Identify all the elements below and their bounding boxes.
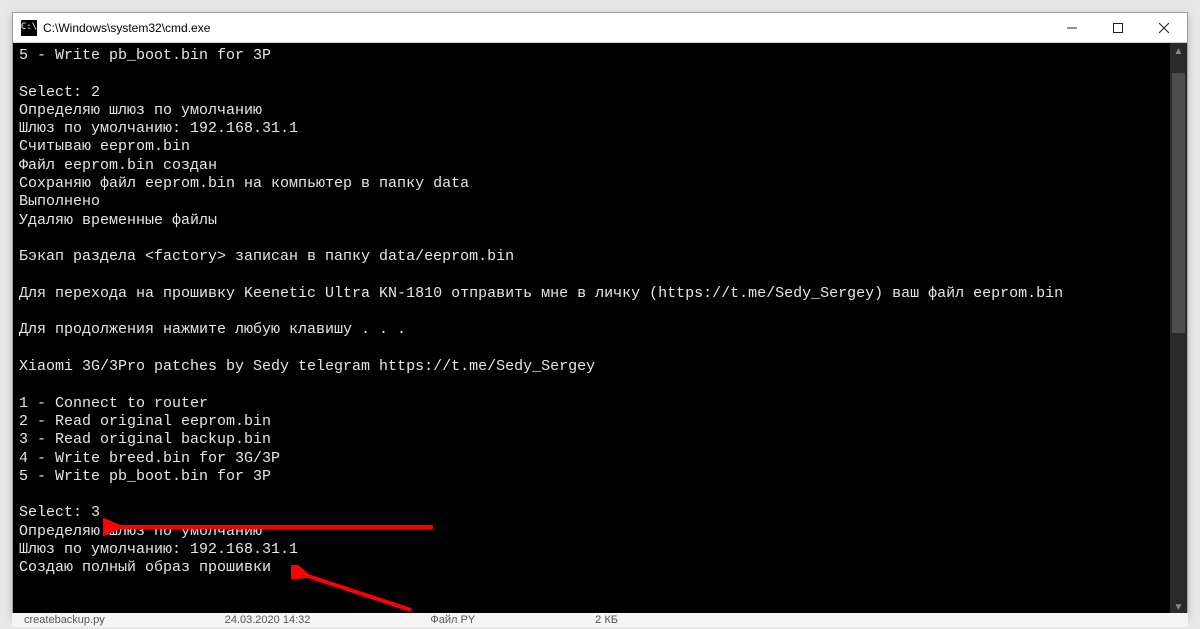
window-controls <box>1049 13 1187 42</box>
file-date: 24.03.2020 14:32 <box>225 614 311 626</box>
scroll-up-arrow[interactable]: ▲ <box>1170 43 1187 60</box>
terminal-output[interactable]: 5 - Write pb_boot.bin for 3P Select: 2 О… <box>13 43 1170 616</box>
terminal-area: 5 - Write pb_boot.bin for 3P Select: 2 О… <box>13 43 1187 616</box>
cmd-icon: C:\ <box>21 20 37 36</box>
cmd-window: C:\ C:\Windows\system32\cmd.exe 5 - Writ… <box>12 12 1188 617</box>
titlebar[interactable]: C:\ C:\Windows\system32\cmd.exe <box>13 13 1187 43</box>
explorer-row-fragment: createbackup.py 24.03.2020 14:32 Файл PY… <box>12 613 1188 627</box>
file-type: Файл PY <box>430 614 475 626</box>
window-title: C:\Windows\system32\cmd.exe <box>43 21 210 35</box>
maximize-button[interactable] <box>1095 13 1141 42</box>
close-button[interactable] <box>1141 13 1187 42</box>
file-size: 2 КБ <box>595 614 618 626</box>
scroll-thumb[interactable] <box>1172 73 1185 333</box>
file-name: createbackup.py <box>24 614 105 626</box>
vertical-scrollbar[interactable]: ▲ ▼ <box>1170 43 1187 616</box>
cmd-icon-glyph: C:\ <box>21 23 37 32</box>
minimize-button[interactable] <box>1049 13 1095 42</box>
